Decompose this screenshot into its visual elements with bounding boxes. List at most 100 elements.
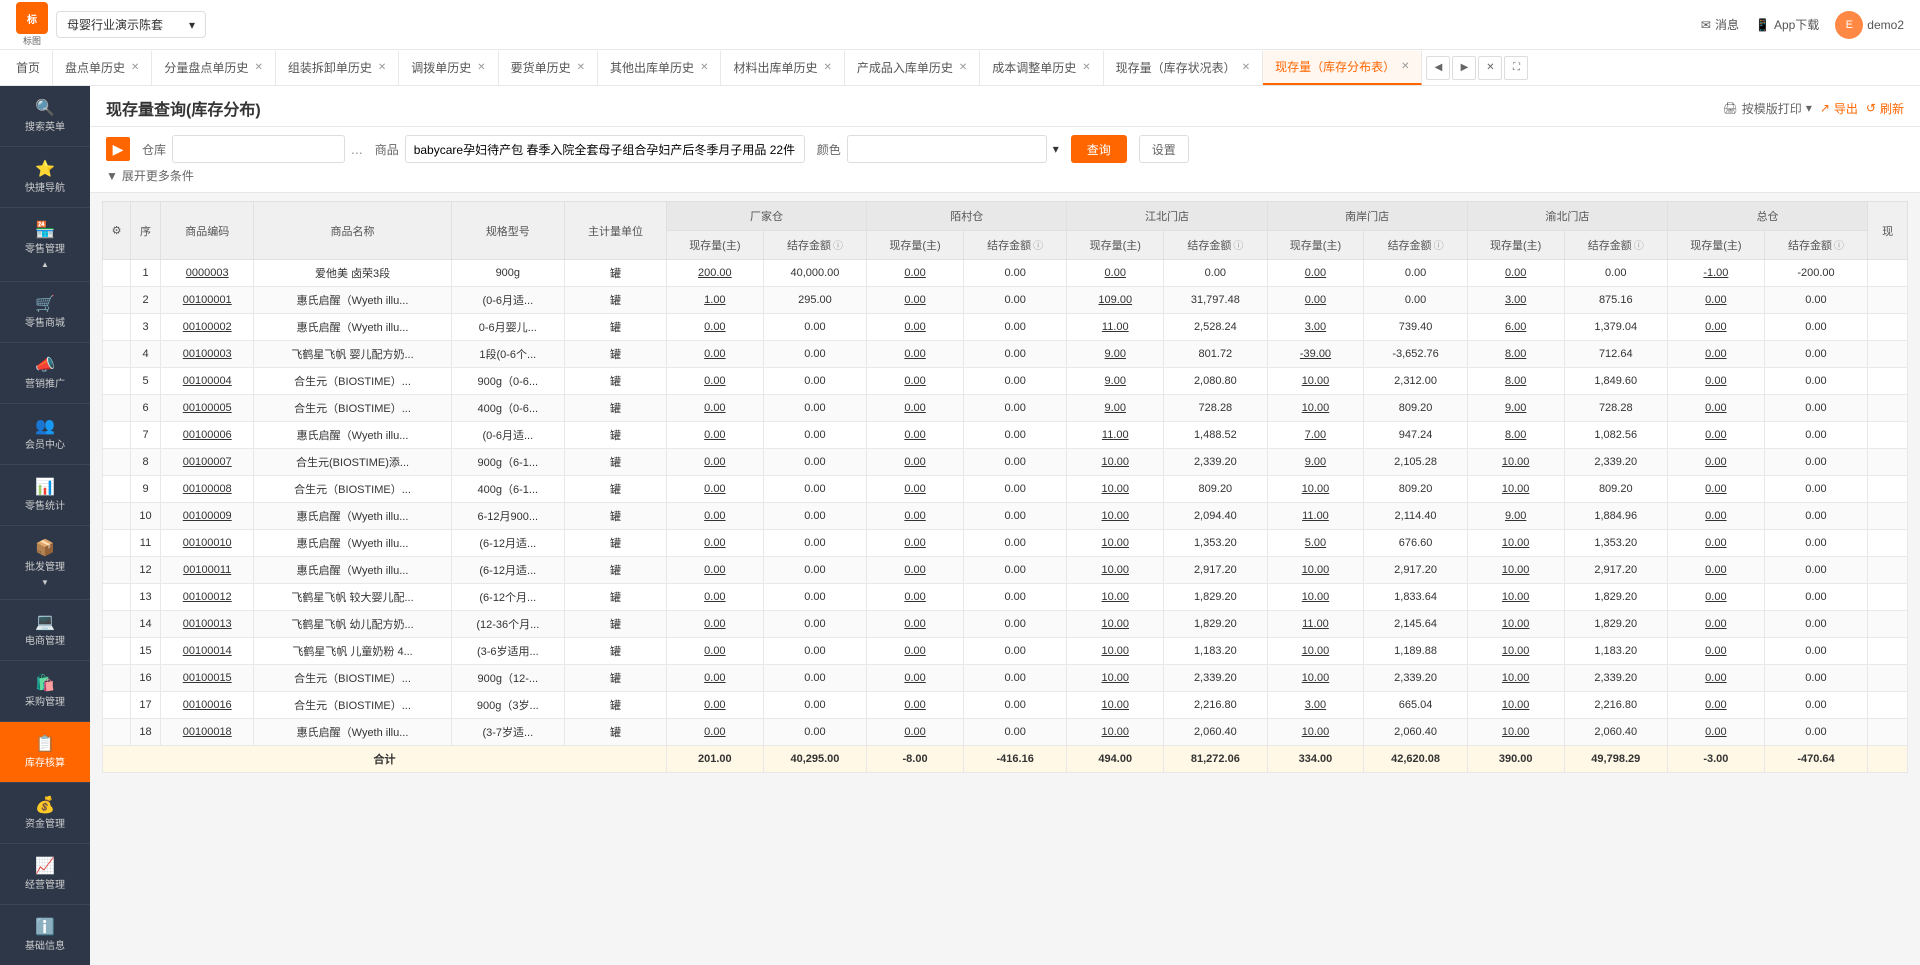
row-nanan-qty[interactable]: 0.00: [1267, 287, 1364, 314]
sidebar-item-business[interactable]: 📈 经营管理: [0, 844, 90, 905]
row-total-qty[interactable]: 0.00: [1667, 341, 1764, 368]
sidebar-item-inventory[interactable]: 📋 库存核算: [0, 722, 90, 783]
tab-stock-status[interactable]: 现存量（库存状况表） ✕: [1104, 51, 1263, 85]
row-factory-qty[interactable]: 0.00: [666, 314, 763, 341]
row-jiangbei-qty[interactable]: 10.00: [1067, 584, 1164, 611]
row-jiangbei-qty[interactable]: 0.00: [1067, 260, 1164, 287]
row-nanan-qty[interactable]: 0.00: [1267, 260, 1364, 287]
row-code[interactable]: 00100015: [161, 665, 254, 692]
color-input[interactable]: [847, 135, 1047, 163]
row-total-qty[interactable]: 0.00: [1667, 449, 1764, 476]
row-total-qty[interactable]: -1.00: [1667, 260, 1764, 287]
print-btn[interactable]: 🖨 按模版打印 ▾: [1723, 100, 1812, 117]
sidebar-item-nav[interactable]: ⭐ 快捷导航: [0, 147, 90, 208]
row-total-qty[interactable]: 0.00: [1667, 287, 1764, 314]
row-code[interactable]: 00100014: [161, 638, 254, 665]
row-total-qty[interactable]: 0.00: [1667, 314, 1764, 341]
sidebar-item-search[interactable]: 🔍 搜索英单: [0, 86, 90, 147]
row-mucun-qty[interactable]: 0.00: [867, 719, 964, 746]
row-mucun-qty[interactable]: 0.00: [867, 611, 964, 638]
row-factory-qty[interactable]: 200.00: [666, 260, 763, 287]
row-total-qty[interactable]: 0.00: [1667, 476, 1764, 503]
tab-next-btn[interactable]: ▶: [1452, 56, 1476, 80]
tab-cost-adjust[interactable]: 成本调整单历史 ✕: [980, 51, 1103, 85]
sidebar-item-mall[interactable]: 🛒 零售商城: [0, 282, 90, 343]
row-jiangbei-qty[interactable]: 10.00: [1067, 503, 1164, 530]
row-yubei-qty[interactable]: 10.00: [1467, 449, 1564, 476]
row-nanan-qty[interactable]: 11.00: [1267, 503, 1364, 530]
sidebar-item-finance[interactable]: 💰 资金管理: [0, 783, 90, 844]
tab-prev-btn[interactable]: ◀: [1426, 56, 1450, 80]
row-mucun-qty[interactable]: 0.00: [867, 287, 964, 314]
refresh-btn[interactable]: ↺ 刷新: [1866, 100, 1904, 117]
tab-close-icon[interactable]: ✕: [1082, 62, 1090, 73]
row-factory-qty[interactable]: 0.00: [666, 584, 763, 611]
row-yubei-qty[interactable]: 8.00: [1467, 341, 1564, 368]
row-total-qty[interactable]: 0.00: [1667, 611, 1764, 638]
row-nanan-qty[interactable]: 10.00: [1267, 584, 1364, 611]
tab-close-icon[interactable]: ✕: [254, 62, 262, 73]
row-code[interactable]: 00100016: [161, 692, 254, 719]
row-nanan-qty[interactable]: 10.00: [1267, 719, 1364, 746]
row-total-qty[interactable]: 0.00: [1667, 719, 1764, 746]
row-total-qty[interactable]: 0.00: [1667, 557, 1764, 584]
collapse-filter-btn[interactable]: ▶: [106, 137, 130, 161]
row-code[interactable]: 00100002: [161, 314, 254, 341]
row-mucun-qty[interactable]: 0.00: [867, 476, 964, 503]
row-factory-qty[interactable]: 0.00: [666, 719, 763, 746]
row-yubei-qty[interactable]: 8.00: [1467, 422, 1564, 449]
table-area[interactable]: ⚙ 序 商品编码 商品名称 规格型号 主计量单位 厂家仓 陌村仓 江北门店 南岸…: [90, 193, 1920, 965]
sidebar-item-marketing[interactable]: 📣 营销推广: [0, 343, 90, 404]
sidebar-item-retail-stats[interactable]: 📊 零售统计: [0, 465, 90, 526]
row-jiangbei-qty[interactable]: 11.00: [1067, 314, 1164, 341]
row-factory-qty[interactable]: 0.00: [666, 638, 763, 665]
tab-group-disassemble[interactable]: 组装拆卸单历史 ✕: [276, 51, 399, 85]
row-factory-qty[interactable]: 0.00: [666, 503, 763, 530]
row-code[interactable]: 00100005: [161, 395, 254, 422]
row-total-qty[interactable]: 0.00: [1667, 530, 1764, 557]
warehouse-input[interactable]: [172, 135, 345, 163]
sidebar-item-basic[interactable]: ℹ️ 基础信息: [0, 905, 90, 965]
sidebar-item-ecommerce[interactable]: 💻 电商管理: [0, 600, 90, 661]
row-code[interactable]: 00100009: [161, 503, 254, 530]
row-factory-qty[interactable]: 0.00: [666, 449, 763, 476]
row-jiangbei-qty[interactable]: 10.00: [1067, 611, 1164, 638]
row-nanan-qty[interactable]: 10.00: [1267, 665, 1364, 692]
row-nanan-qty[interactable]: 3.00: [1267, 692, 1364, 719]
tab-material-out[interactable]: 材料出库单历史 ✕: [721, 51, 844, 85]
row-factory-qty[interactable]: 0.00: [666, 557, 763, 584]
row-mucun-qty[interactable]: 0.00: [867, 422, 964, 449]
sidebar-item-member[interactable]: 👥 会员中心: [0, 404, 90, 465]
row-code[interactable]: 00100008: [161, 476, 254, 503]
tab-close-icon[interactable]: ✕: [477, 62, 485, 73]
row-total-qty[interactable]: 0.00: [1667, 503, 1764, 530]
row-jiangbei-qty[interactable]: 10.00: [1067, 665, 1164, 692]
row-factory-qty[interactable]: 0.00: [666, 665, 763, 692]
row-total-qty[interactable]: 0.00: [1667, 395, 1764, 422]
row-code[interactable]: 00100011: [161, 557, 254, 584]
sidebar-item-wholesale[interactable]: 📦 批发管理 ▼: [0, 526, 90, 600]
row-total-qty[interactable]: 0.00: [1667, 422, 1764, 449]
tab-expand-btn[interactable]: ⛶: [1504, 56, 1528, 80]
query-button[interactable]: 查询: [1071, 135, 1127, 163]
row-yubei-qty[interactable]: 9.00: [1467, 395, 1564, 422]
row-mucun-qty[interactable]: 0.00: [867, 314, 964, 341]
row-code[interactable]: 00100012: [161, 584, 254, 611]
tab-close-icon[interactable]: ✕: [577, 62, 585, 73]
tab-close-icon[interactable]: ✕: [959, 62, 967, 73]
row-mucun-qty[interactable]: 0.00: [867, 395, 964, 422]
row-jiangbei-qty[interactable]: 10.00: [1067, 449, 1164, 476]
tab-close-icon[interactable]: ✕: [131, 62, 139, 73]
row-yubei-qty[interactable]: 10.00: [1467, 665, 1564, 692]
row-factory-qty[interactable]: 1.00: [666, 287, 763, 314]
row-code[interactable]: 00100003: [161, 341, 254, 368]
tab-close-icon[interactable]: ✕: [1242, 62, 1250, 73]
row-nanan-qty[interactable]: 10.00: [1267, 368, 1364, 395]
row-yubei-qty[interactable]: 9.00: [1467, 503, 1564, 530]
row-mucun-qty[interactable]: 0.00: [867, 368, 964, 395]
row-mucun-qty[interactable]: 0.00: [867, 341, 964, 368]
row-nanan-qty[interactable]: -39.00: [1267, 341, 1364, 368]
tab-transfer[interactable]: 调拨单历史 ✕: [399, 51, 498, 85]
row-yubei-qty[interactable]: 10.00: [1467, 692, 1564, 719]
row-jiangbei-qty[interactable]: 9.00: [1067, 395, 1164, 422]
